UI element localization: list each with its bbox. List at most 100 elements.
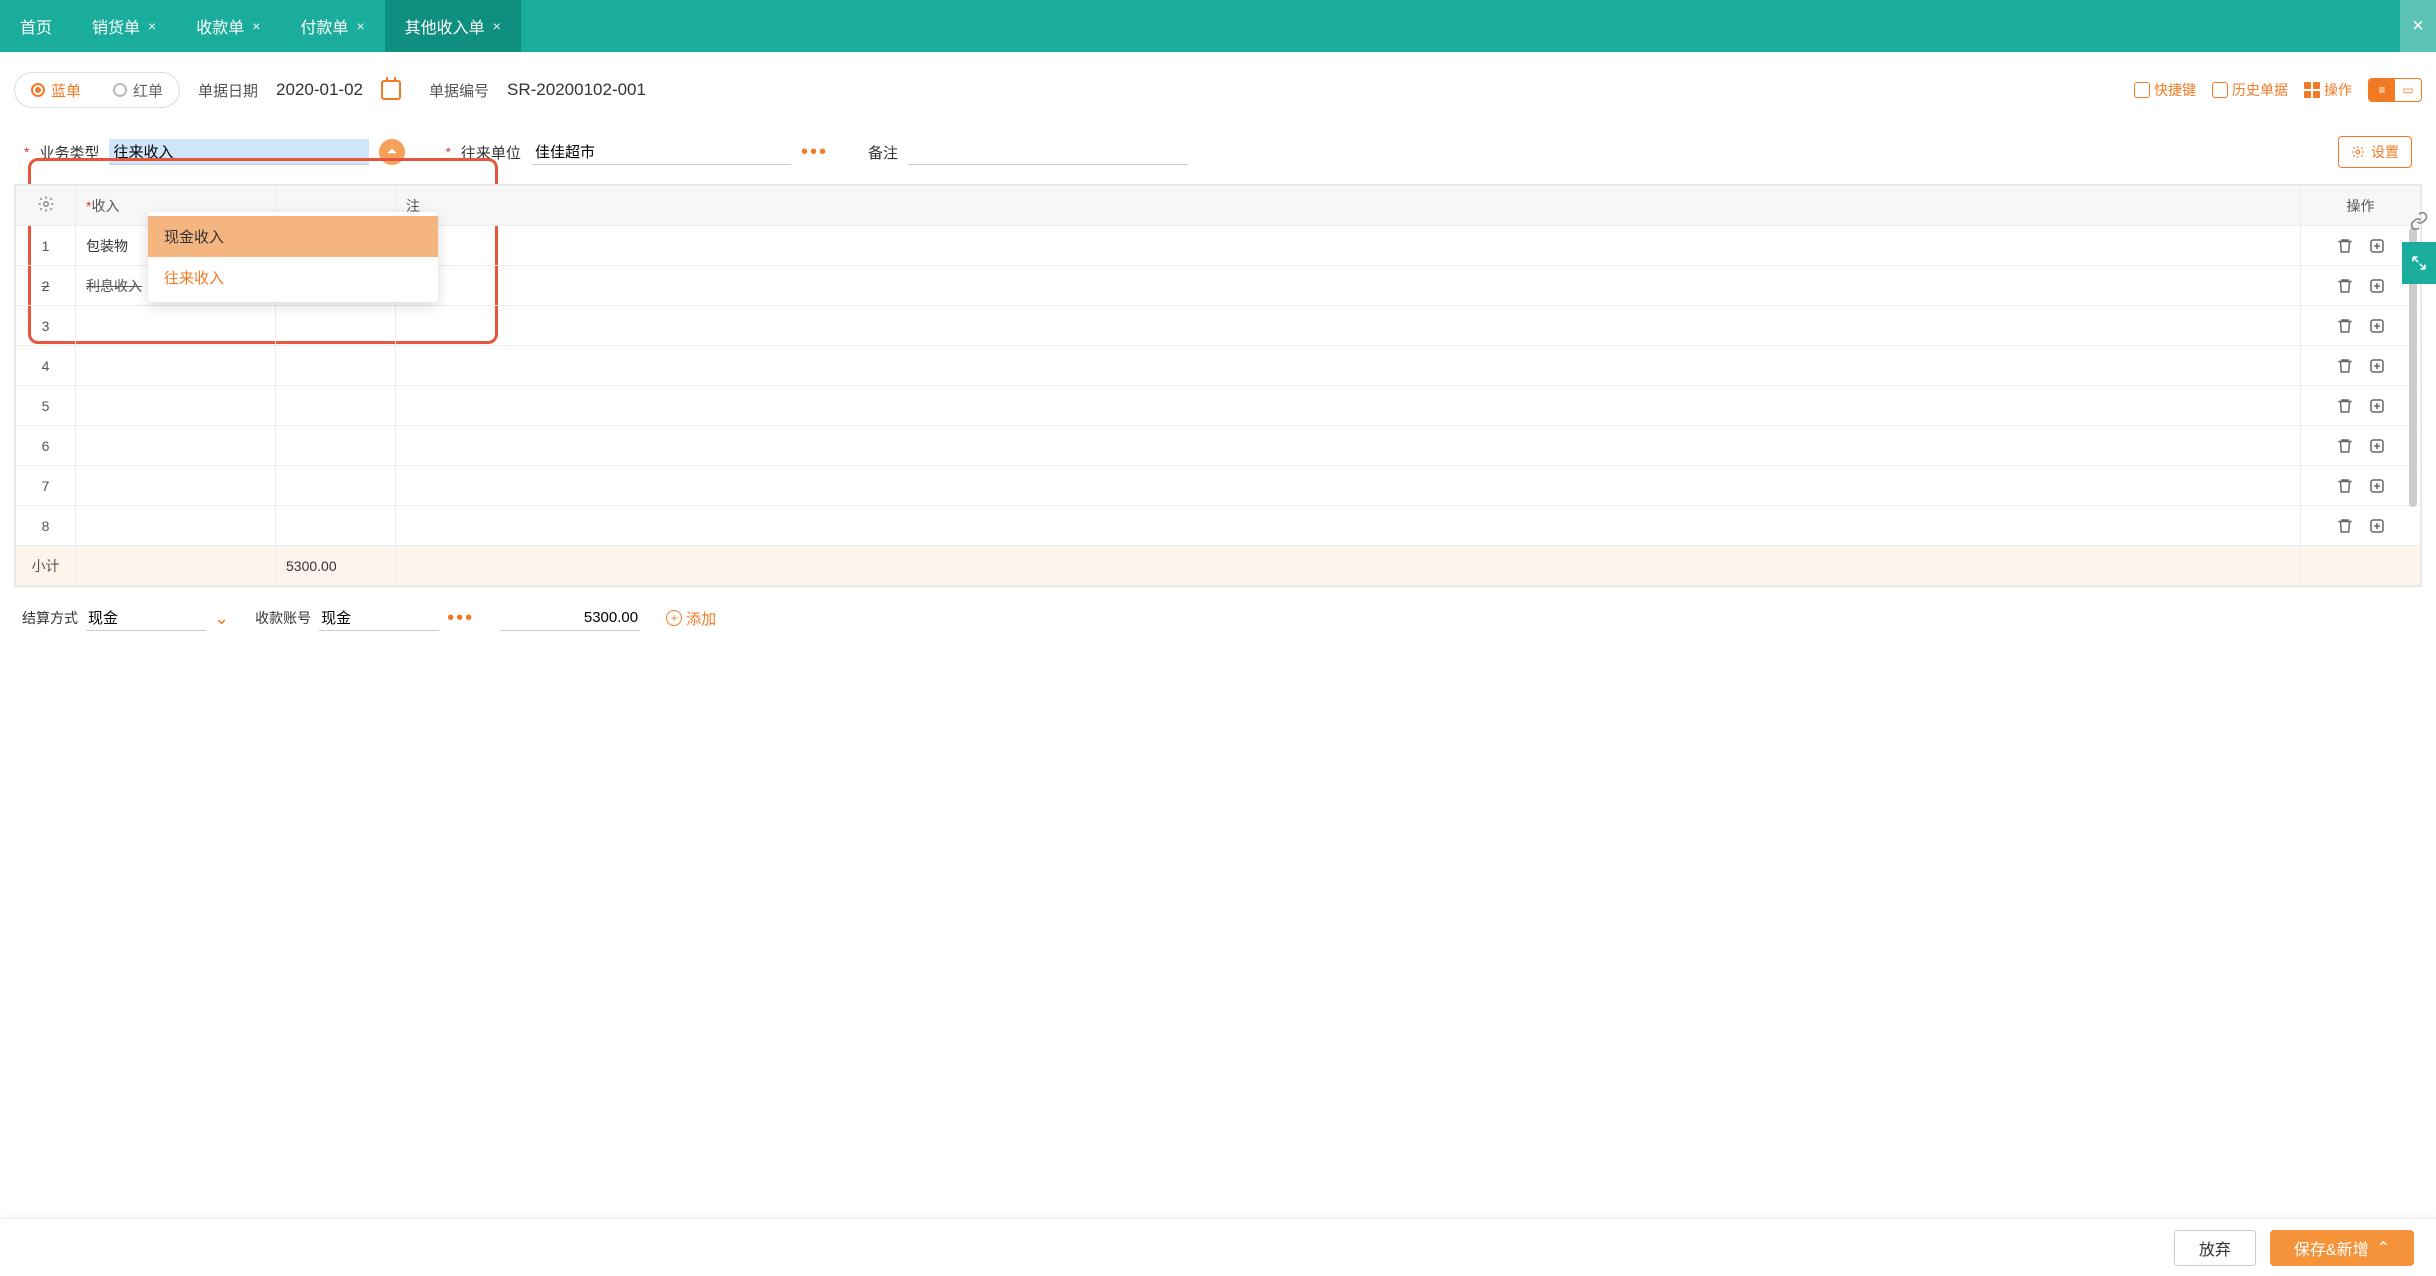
settle-account-input[interactable] bbox=[319, 605, 439, 631]
history-icon bbox=[2212, 82, 2228, 98]
col-note-header: 注 bbox=[396, 186, 2301, 226]
cell-item[interactable] bbox=[76, 306, 276, 346]
ops-button[interactable]: 操作 bbox=[2304, 80, 2352, 100]
table-row[interactable]: 4 bbox=[16, 346, 2421, 386]
tab-payment[interactable]: 付款单× bbox=[280, 0, 384, 52]
biz-type-input[interactable] bbox=[109, 139, 369, 165]
add-settlement-button[interactable]: + 添加 bbox=[666, 608, 716, 629]
cell-amount[interactable] bbox=[276, 466, 396, 506]
row-number: 6 bbox=[16, 426, 76, 466]
party-lookup-button[interactable]: ••• bbox=[801, 141, 828, 164]
chevron-down-icon[interactable]: ⌄ bbox=[214, 608, 229, 629]
insert-row-button[interactable] bbox=[2368, 397, 2386, 415]
row-number: 8 bbox=[16, 506, 76, 546]
cell-amount[interactable] bbox=[276, 426, 396, 466]
cell-note[interactable] bbox=[396, 506, 2301, 546]
note-field: 备注 bbox=[868, 139, 1188, 165]
delete-row-button[interactable] bbox=[2336, 437, 2354, 455]
settle-amount-input[interactable] bbox=[500, 605, 640, 631]
keyboard-icon bbox=[2134, 82, 2150, 98]
close-icon[interactable]: × bbox=[356, 18, 364, 34]
cell-note[interactable] bbox=[396, 386, 2301, 426]
insert-row-button[interactable] bbox=[2368, 277, 2386, 295]
note-input[interactable] bbox=[908, 139, 1188, 165]
delete-row-button[interactable] bbox=[2336, 517, 2354, 535]
settle-account-field: 收款账号 ••• bbox=[255, 605, 474, 631]
form-row: * 业务类型 * 往来单位 ••• 备注 设置 bbox=[14, 114, 2422, 178]
note-label: 备注 bbox=[868, 142, 898, 163]
expand-button[interactable] bbox=[2402, 242, 2436, 284]
cell-note[interactable] bbox=[396, 466, 2301, 506]
date-value[interactable]: 2020-01-02 bbox=[276, 80, 363, 100]
dropdown-option-receivable-income[interactable]: 往来收入 bbox=[148, 257, 438, 298]
table-row[interactable]: 6 bbox=[16, 426, 2421, 466]
cell-item[interactable] bbox=[76, 426, 276, 466]
close-icon[interactable]: × bbox=[148, 18, 156, 34]
close-all-tabs-button[interactable]: × bbox=[2400, 0, 2436, 52]
insert-row-button[interactable] bbox=[2368, 237, 2386, 255]
history-button[interactable]: 历史单据 bbox=[2212, 80, 2288, 100]
party-input[interactable] bbox=[531, 139, 791, 165]
chevron-up-icon: ⌃ bbox=[2377, 1238, 2390, 1258]
shortcut-button[interactable]: 快捷键 bbox=[2134, 80, 2196, 100]
plus-icon: + bbox=[666, 610, 682, 626]
insert-row-button[interactable] bbox=[2368, 317, 2386, 335]
cell-amount[interactable] bbox=[276, 306, 396, 346]
cell-amount[interactable] bbox=[276, 386, 396, 426]
table-row[interactable]: 3 bbox=[16, 306, 2421, 346]
gear-icon[interactable] bbox=[37, 195, 55, 213]
delete-row-button[interactable] bbox=[2336, 317, 2354, 335]
cell-item[interactable] bbox=[76, 506, 276, 546]
close-icon[interactable]: × bbox=[493, 18, 501, 34]
insert-row-button[interactable] bbox=[2368, 357, 2386, 375]
tab-sales[interactable]: 销货单× bbox=[72, 0, 176, 52]
biz-type-field: * 业务类型 bbox=[24, 139, 405, 165]
account-lookup-button[interactable]: ••• bbox=[447, 607, 474, 630]
view-list-button[interactable]: ≡ bbox=[2369, 79, 2395, 101]
delete-row-button[interactable] bbox=[2336, 357, 2354, 375]
cell-item[interactable] bbox=[76, 466, 276, 506]
bill-no-label: 单据编号 bbox=[429, 80, 489, 101]
cell-note[interactable] bbox=[396, 266, 2301, 306]
cell-amount[interactable] bbox=[276, 506, 396, 546]
red-bill-radio[interactable]: 红单 bbox=[97, 73, 179, 107]
biz-type-dropdown-toggle[interactable] bbox=[379, 139, 405, 165]
close-icon[interactable]: × bbox=[252, 18, 260, 34]
party-field: * 往来单位 ••• bbox=[445, 139, 827, 165]
save-and-new-button[interactable]: 保存&新增⌃ bbox=[2270, 1230, 2414, 1266]
delete-row-button[interactable] bbox=[2336, 237, 2354, 255]
cell-note[interactable] bbox=[396, 426, 2301, 466]
tab-receipt[interactable]: 收款单× bbox=[176, 0, 280, 52]
row-number: 5 bbox=[16, 386, 76, 426]
row-number: 1 bbox=[16, 226, 76, 266]
delete-row-button[interactable] bbox=[2336, 477, 2354, 495]
view-detail-button[interactable]: ▭ bbox=[2395, 79, 2421, 101]
settings-button[interactable]: 设置 bbox=[2338, 136, 2412, 168]
calendar-icon[interactable] bbox=[381, 80, 401, 100]
cell-amount[interactable] bbox=[276, 346, 396, 386]
insert-row-button[interactable] bbox=[2368, 517, 2386, 535]
insert-row-button[interactable] bbox=[2368, 437, 2386, 455]
delete-row-button[interactable] bbox=[2336, 397, 2354, 415]
cell-note[interactable] bbox=[396, 306, 2301, 346]
discard-button[interactable]: 放弃 bbox=[2174, 1230, 2256, 1266]
cell-item[interactable] bbox=[76, 386, 276, 426]
side-toolbar bbox=[2402, 200, 2436, 284]
biz-type-label: 业务类型 bbox=[39, 142, 99, 163]
settle-amount-field bbox=[500, 605, 640, 631]
cell-item[interactable] bbox=[76, 346, 276, 386]
tab-home[interactable]: 首页 bbox=[0, 0, 72, 52]
blue-bill-radio[interactable]: 蓝单 bbox=[15, 73, 97, 107]
tab-other-income[interactable]: 其他收入单× bbox=[385, 0, 521, 52]
cell-note[interactable] bbox=[396, 346, 2301, 386]
cell-note[interactable] bbox=[396, 226, 2301, 266]
table-row[interactable]: 5 bbox=[16, 386, 2421, 426]
dropdown-option-cash-income[interactable]: 现金收入 bbox=[148, 216, 438, 257]
settle-method-input[interactable] bbox=[86, 605, 206, 631]
table-row[interactable]: 7 bbox=[16, 466, 2421, 506]
delete-row-button[interactable] bbox=[2336, 277, 2354, 295]
date-label: 单据日期 bbox=[198, 80, 258, 101]
insert-row-button[interactable] bbox=[2368, 477, 2386, 495]
table-row[interactable]: 8 bbox=[16, 506, 2421, 546]
attachment-button[interactable] bbox=[2402, 200, 2436, 242]
